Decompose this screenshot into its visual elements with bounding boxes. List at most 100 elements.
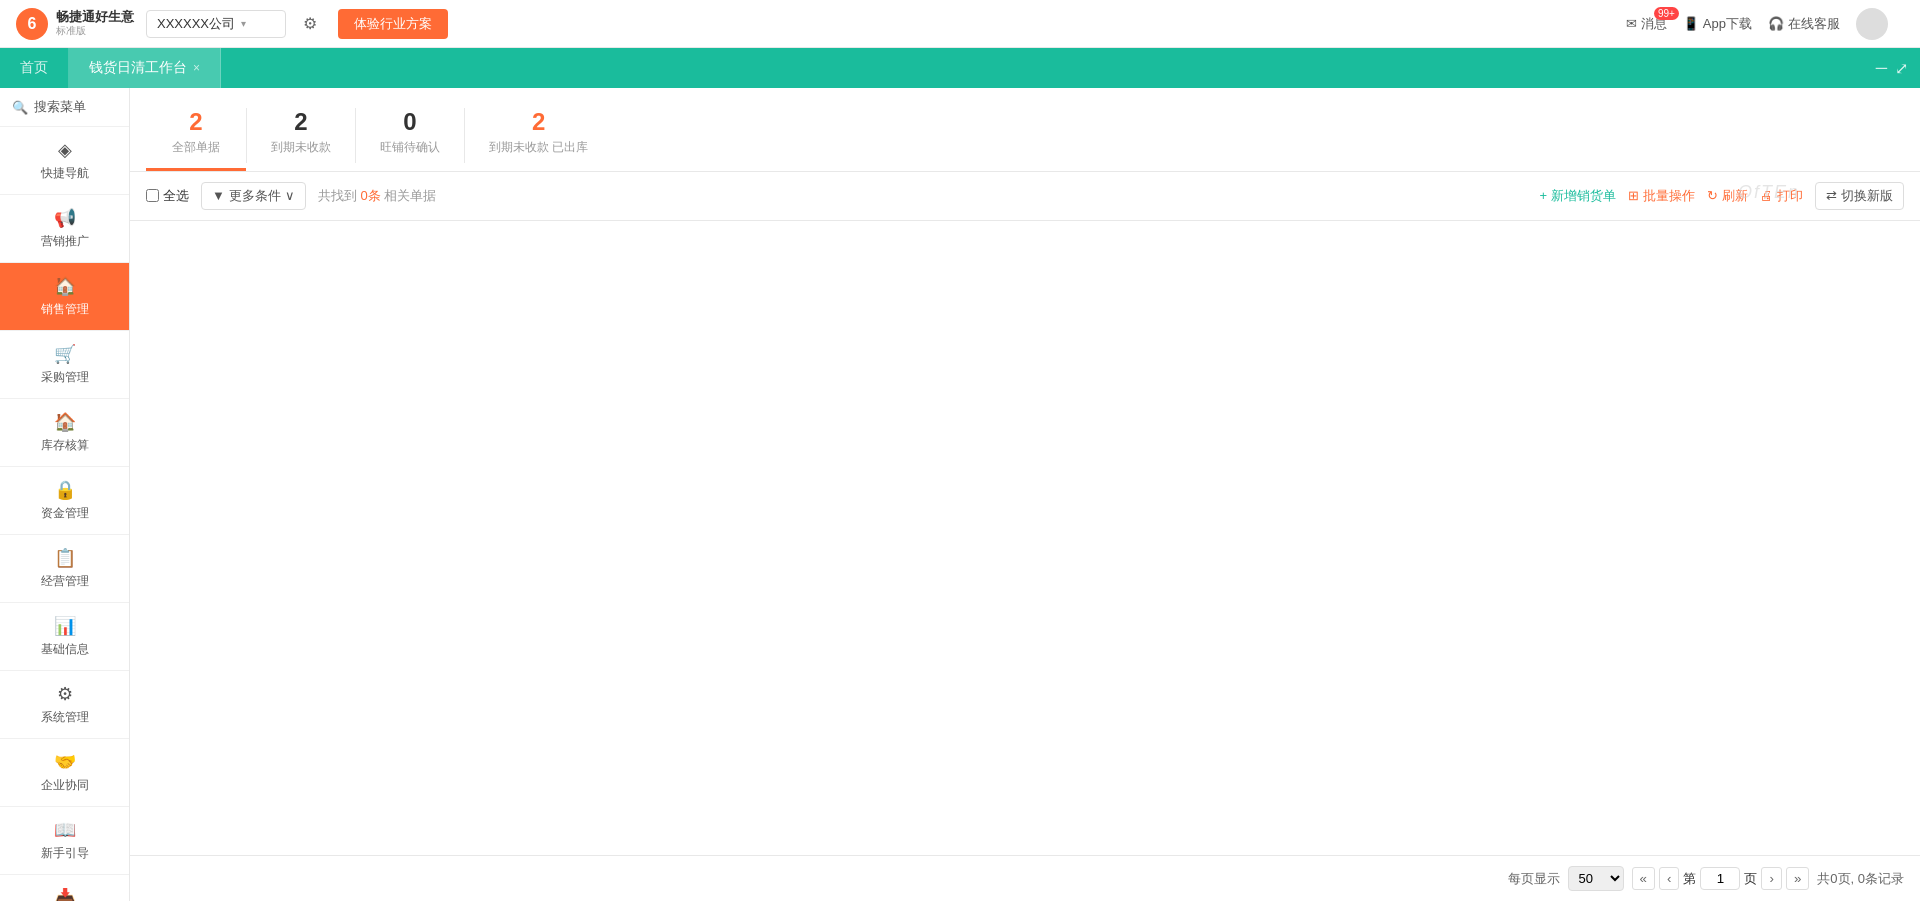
- filter-icon: ▼: [212, 188, 225, 203]
- search-menu-button[interactable]: 🔍 搜索菜单: [0, 88, 129, 127]
- top-right-area: ✉ 消息 99+ 📱 App下载 🎧 在线客服: [1626, 8, 1904, 40]
- prev-page-button[interactable]: ‹: [1659, 867, 1679, 890]
- sidebar-item-marketing[interactable]: 📢 营销推广: [0, 195, 129, 263]
- page-suffix: 页: [1744, 870, 1757, 888]
- inventory-icon: 🏠: [54, 411, 76, 433]
- marketing-icon: 📢: [54, 207, 76, 229]
- sidebar-item-inventory[interactable]: 🏠 库存核算: [0, 399, 129, 467]
- page-nav: « ‹ 第 页 › »: [1632, 867, 1810, 890]
- app-download-button[interactable]: 📱 App下载: [1683, 15, 1752, 33]
- purchase-icon: 🛒: [54, 343, 76, 365]
- sidebar-item-system[interactable]: ⚙ 系统管理: [0, 671, 129, 739]
- app-title: 畅捷通好生意: [56, 9, 134, 25]
- stat-tab-overdue[interactable]: 2 到期未收款: [247, 100, 355, 171]
- sidebar-item-app-center[interactable]: 📥 应用中心: [0, 875, 129, 901]
- stat-count-pending: 0: [403, 108, 416, 137]
- toolbar: 全选 ▼ 更多条件 ∨ 共找到 0条 相关单据 + 新增销货单 ⊞ 批量操作: [130, 172, 1920, 221]
- sidebar-item-sales[interactable]: 🏠 销售管理: [0, 263, 129, 331]
- page-input[interactable]: [1700, 867, 1740, 890]
- settings-button[interactable]: ⚙: [294, 8, 326, 40]
- minimize-icon[interactable]: ─: [1876, 59, 1887, 77]
- system-icon: ⚙: [57, 683, 73, 705]
- sidebar-item-basic-info[interactable]: 📊 基础信息: [0, 603, 129, 671]
- logo-area: 6 畅捷通好生意 标准版: [16, 8, 146, 40]
- message-icon: ✉: [1626, 16, 1637, 31]
- sidebar-item-operations[interactable]: 📋 经营管理: [0, 535, 129, 603]
- tab-workbench[interactable]: 钱货日清工作台 ×: [69, 48, 221, 88]
- last-page-button[interactable]: »: [1786, 867, 1809, 890]
- dropdown-arrow-icon: ▾: [241, 18, 246, 29]
- sales-icon: 🏠: [54, 275, 76, 297]
- online-service-label: 在线客服: [1788, 15, 1840, 33]
- stat-count-all: 2: [189, 108, 202, 137]
- filter-label: 更多条件: [229, 187, 281, 205]
- tab-workbench-label: 钱货日清工作台: [89, 59, 187, 77]
- sidebar-item-purchase[interactable]: 🛒 采购管理: [0, 331, 129, 399]
- app-subtitle: 标准版: [56, 24, 134, 38]
- select-all-checkbox[interactable]: 全选: [146, 187, 189, 205]
- sidebar: 🔍 搜索菜单 ◈ 快捷导航 📢 营销推广 🏠 销售管理 🛒 采购管理 🏠 库存核…: [0, 88, 130, 901]
- batch-icon: ⊞: [1628, 188, 1639, 203]
- stat-label-shipped: 到期未收款 已出库: [489, 139, 588, 156]
- filter-button[interactable]: ▼ 更多条件 ∨: [201, 182, 306, 210]
- first-page-button[interactable]: «: [1632, 867, 1655, 890]
- guide-icon: 📖: [54, 819, 76, 841]
- checkbox-input[interactable]: [146, 189, 159, 202]
- batch-label: 批量操作: [1643, 187, 1695, 205]
- filter-arrow-icon: ∨: [285, 188, 295, 203]
- print-button[interactable]: 🖨 打印: [1760, 187, 1803, 205]
- refresh-button[interactable]: ↻ 刷新: [1707, 187, 1748, 205]
- next-page-button[interactable]: ›: [1761, 867, 1781, 890]
- sidebar-item-cooperation[interactable]: 🤝 企业协同: [0, 739, 129, 807]
- operations-icon: 📋: [54, 547, 76, 569]
- headset-icon: 🎧: [1768, 16, 1784, 31]
- stat-count-overdue: 2: [294, 108, 307, 137]
- batch-operation-button[interactable]: ⊞ 批量操作: [1628, 187, 1695, 205]
- stat-label-overdue: 到期未收款: [271, 139, 331, 156]
- refresh-icon: ↻: [1707, 188, 1718, 203]
- tab-actions: ─ ⤢: [1864, 48, 1920, 88]
- sidebar-item-quick-nav[interactable]: ◈ 快捷导航: [0, 127, 129, 195]
- tab-home[interactable]: 首页: [0, 48, 69, 88]
- print-label: 打印: [1777, 187, 1803, 205]
- switch-label: 切换新版: [1841, 187, 1893, 205]
- switch-icon: ⇄: [1826, 188, 1837, 203]
- found-count: 0条: [361, 188, 381, 203]
- app-logo: 6: [16, 8, 48, 40]
- app-download-label: App下载: [1703, 15, 1752, 33]
- main-layout: 🔍 搜索菜单 ◈ 快捷导航 📢 营销推广 🏠 销售管理 🛒 采购管理 🏠 库存核…: [0, 88, 1920, 901]
- found-suffix: 相关单据: [384, 188, 436, 203]
- print-icon: 🖨: [1760, 188, 1773, 203]
- logo-text: 畅捷通好生意 标准版: [56, 9, 134, 39]
- content-area: 2 全部单据 2 到期未收款 0 旺铺待确认 2 到期未收款 已出库: [130, 88, 1920, 901]
- app-center-icon: 📥: [54, 887, 76, 901]
- per-page-label: 每页显示: [1508, 870, 1560, 888]
- messages-button[interactable]: ✉ 消息 99+: [1626, 15, 1667, 33]
- found-prefix: 共找到: [318, 188, 357, 203]
- total-info: 共0页, 0条记录: [1817, 870, 1904, 888]
- maximize-icon[interactable]: ⤢: [1895, 59, 1908, 78]
- per-page-select[interactable]: 50 20 100: [1568, 866, 1624, 891]
- basic-info-icon: 📊: [54, 615, 76, 637]
- select-all-label: 全选: [163, 187, 189, 205]
- refresh-label: 刷新: [1722, 187, 1748, 205]
- add-sale-order-button[interactable]: + 新增销货单: [1539, 187, 1616, 205]
- sidebar-item-guide[interactable]: 📖 新手引导: [0, 807, 129, 875]
- sidebar-label-inventory: 库存核算: [41, 437, 89, 454]
- sidebar-item-finance[interactable]: 🔒 资金管理: [0, 467, 129, 535]
- tab-close-icon[interactable]: ×: [193, 61, 200, 75]
- avatar[interactable]: [1856, 8, 1888, 40]
- company-selector[interactable]: XXXXXX公司 ▾: [146, 10, 286, 38]
- sidebar-label-basic-info: 基础信息: [41, 641, 89, 658]
- stat-tab-pending[interactable]: 0 旺铺待确认: [356, 100, 464, 171]
- online-service-button[interactable]: 🎧 在线客服: [1768, 15, 1840, 33]
- table-area: [130, 221, 1920, 855]
- switch-version-button[interactable]: ⇄ 切换新版: [1815, 182, 1904, 210]
- cooperation-icon: 🤝: [54, 751, 76, 773]
- download-icon: 📱: [1683, 16, 1699, 31]
- finance-icon: 🔒: [54, 479, 76, 501]
- stat-tab-shipped[interactable]: 2 到期未收款 已出库: [465, 100, 612, 171]
- experience-button[interactable]: 体验行业方案: [338, 9, 448, 39]
- sidebar-label-operations: 经营管理: [41, 573, 89, 590]
- stat-tab-all[interactable]: 2 全部单据: [146, 100, 246, 171]
